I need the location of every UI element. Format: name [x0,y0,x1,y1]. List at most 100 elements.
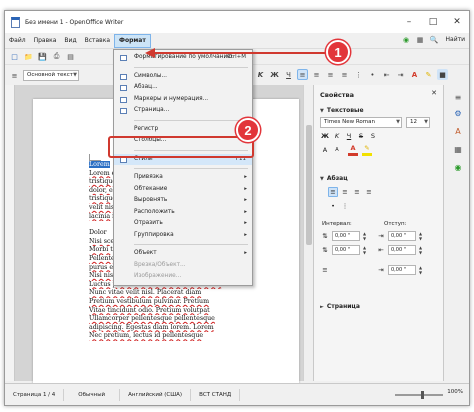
format-menu-item[interactable]: Регистр▸ [114,124,252,136]
spin-arrows-icon[interactable]: ▲ ▼ [361,245,368,255]
sidebar-italic-icon[interactable]: K [332,131,342,141]
sidebar-align-right-icon[interactable]: ≡ [352,187,362,197]
sidebar-shadow-icon[interactable]: S [368,131,378,141]
formatting-toolbar-right: K Ж Ч ≡ ≡ ≡ ≡ ⋮ • ⇤ ⇥ A ✎ ■ [255,69,448,80]
indent-before-field[interactable]: 0,00 " [388,231,416,241]
open-icon[interactable]: 📁 [23,51,34,62]
deck-menu-icon[interactable]: ≡ [452,91,464,103]
paragraph-section-header[interactable]: ▼ Абзац [320,175,348,182]
spacing-above-field[interactable]: 0,00 " [332,231,360,241]
sidebar-close-icon[interactable]: ✕ [431,89,437,97]
spin-arrows-icon[interactable]: ▲ ▼ [417,231,424,241]
spacing-below-field[interactable]: 0,00 " [332,245,360,255]
styles-deck-icon[interactable]: A [452,125,464,137]
format-menu-item[interactable]: Объект ▸ [114,248,252,260]
format-menu-item[interactable]: Отразить ▸ [114,218,252,230]
vertical-scrollbar[interactable] [303,85,313,381]
close-icon[interactable]: ✕ [445,11,469,33]
sidebar-bullets-icon[interactable]: • [328,201,338,211]
sidebar-bold-icon[interactable]: Ж [320,131,330,141]
background-color-icon[interactable]: ■ [437,69,448,80]
scrollbar-thumb[interactable] [306,125,312,245]
menu-insert[interactable]: Вставка [81,34,114,48]
maximize-icon[interactable]: □ [421,11,445,33]
sidebar-grow-font-icon[interactable]: A [320,145,330,155]
sidebar-underline-icon[interactable]: Ч [344,131,354,141]
sidebar-font-color-icon[interactable]: A [348,143,358,153]
bullets-icon[interactable]: • [367,69,378,80]
sidebar-align-center-icon[interactable]: ≡ [340,187,350,197]
format-menu-item[interactable]: Расположить ▸ [114,207,252,219]
format-menu-item[interactable]: Обтекание ▸ [114,184,252,196]
zoom-percent[interactable]: 100% [447,389,463,395]
align-right-icon[interactable]: ≡ [325,69,336,80]
format-menu-item[interactable]: Привязка ▸ [114,172,252,184]
format-menu-item-label: Маркеры и нумерация... [134,95,209,102]
bold-icon[interactable]: Ж [269,69,280,80]
format-menu-item[interactable]: Выровнять ▸ [114,195,252,207]
format-menu-item[interactable]: Маркеры и нумерация... [114,94,252,106]
format-menu-item-label: Объект [134,250,157,256]
format-menu-item-label: Врезка/Объект... [134,261,186,268]
font-name-combo[interactable]: Times New Roman ▼ [320,117,402,128]
print-icon[interactable]: ⎙ [51,51,62,62]
format-menu-item[interactable]: Страница... [114,105,252,117]
align-center-icon[interactable]: ≡ [311,69,322,80]
paragraph-style-combo[interactable]: Основной текст ▼ [23,70,79,81]
styles-highlight-box [108,136,254,158]
indent-after-field[interactable]: 0,00 " [388,245,416,255]
sidebar-align-left-icon[interactable]: ≡ [328,187,338,197]
indent-decrease-icon[interactable]: ⇤ [381,69,392,80]
numbering-icon[interactable]: ⋮ [353,69,364,80]
gallery-deck-icon[interactable]: ▦ [452,143,464,155]
find-label[interactable]: Найти [446,36,465,43]
font-color-icon[interactable]: A [409,69,420,80]
navigator-icon[interactable]: ◉ [401,34,412,45]
highlight-icon[interactable]: ✎ [423,69,434,80]
navigator-deck-icon[interactable]: ◉ [452,161,464,173]
format-menu-item[interactable]: Абзац... [114,82,252,94]
sidebar-justify-icon[interactable]: ≡ [364,187,374,197]
spin-arrows-icon[interactable]: ▲ ▼ [417,245,424,255]
minimize-icon[interactable]: – [397,11,421,33]
text-section-header[interactable]: ▼ Текстовые [320,107,364,114]
properties-deck-icon[interactable]: ⚙ [452,107,464,119]
italic-icon[interactable]: K [255,69,266,80]
menu-edit[interactable]: Правка [30,34,61,48]
indent-increase-icon[interactable]: ⇥ [395,69,406,80]
status-language[interactable]: Английский (США) [120,388,192,401]
format-menu-item: Изображение... [114,271,252,283]
sidebar-strikethrough-icon[interactable]: S [356,131,366,141]
format-menu-item-label: Привязка [134,174,163,180]
menu-view[interactable]: Вид [60,34,80,48]
clear-format-icon [120,55,127,61]
sidebar-highlight-icon[interactable]: ✎ [362,143,372,153]
status-page[interactable]: Страница 1 / 4 [5,388,65,401]
status-page-style[interactable]: Обычный [64,388,121,401]
page-section-header[interactable]: ► Страница [320,303,360,310]
menu-format[interactable]: Формат [114,33,151,48]
format-menu-item[interactable]: Символы... [114,71,252,83]
spin-arrows-icon[interactable]: ▲ ▼ [417,265,424,275]
sidebar-shrink-font-icon[interactable]: A [332,145,342,155]
spin-arrows-icon[interactable]: ▲ ▼ [361,231,368,241]
pdf-icon[interactable]: ▤ [65,51,76,62]
zoom-slider[interactable] [395,391,443,399]
first-line-indent-field[interactable]: 0,00 " [388,265,416,275]
sidebar-numbering-icon[interactable]: ⋮ [340,201,350,211]
align-left-icon[interactable]: ≡ [297,69,308,80]
zoom-icon[interactable]: 🔍 [429,34,440,45]
line-spacing-icon[interactable]: ≡ [320,265,330,275]
format-menu-item[interactable]: Группировка ▸ [114,230,252,242]
style-list-icon[interactable]: ≡ [9,70,20,81]
font-size-combo[interactable]: 12 ▼ [406,117,430,128]
gallery-icon[interactable]: ▦ [415,34,426,45]
underline-icon[interactable]: Ч [283,69,294,80]
save-icon[interactable]: 💾 [37,51,48,62]
status-insert-mode[interactable]: ВСТ СТАНД [191,388,241,401]
new-document-icon[interactable]: □ [9,51,20,62]
window-controls: – □ ✕ [397,11,469,33]
justify-icon[interactable]: ≡ [339,69,350,80]
menu-file[interactable]: Файл [5,34,30,48]
zoom-slider-thumb[interactable] [421,391,424,399]
